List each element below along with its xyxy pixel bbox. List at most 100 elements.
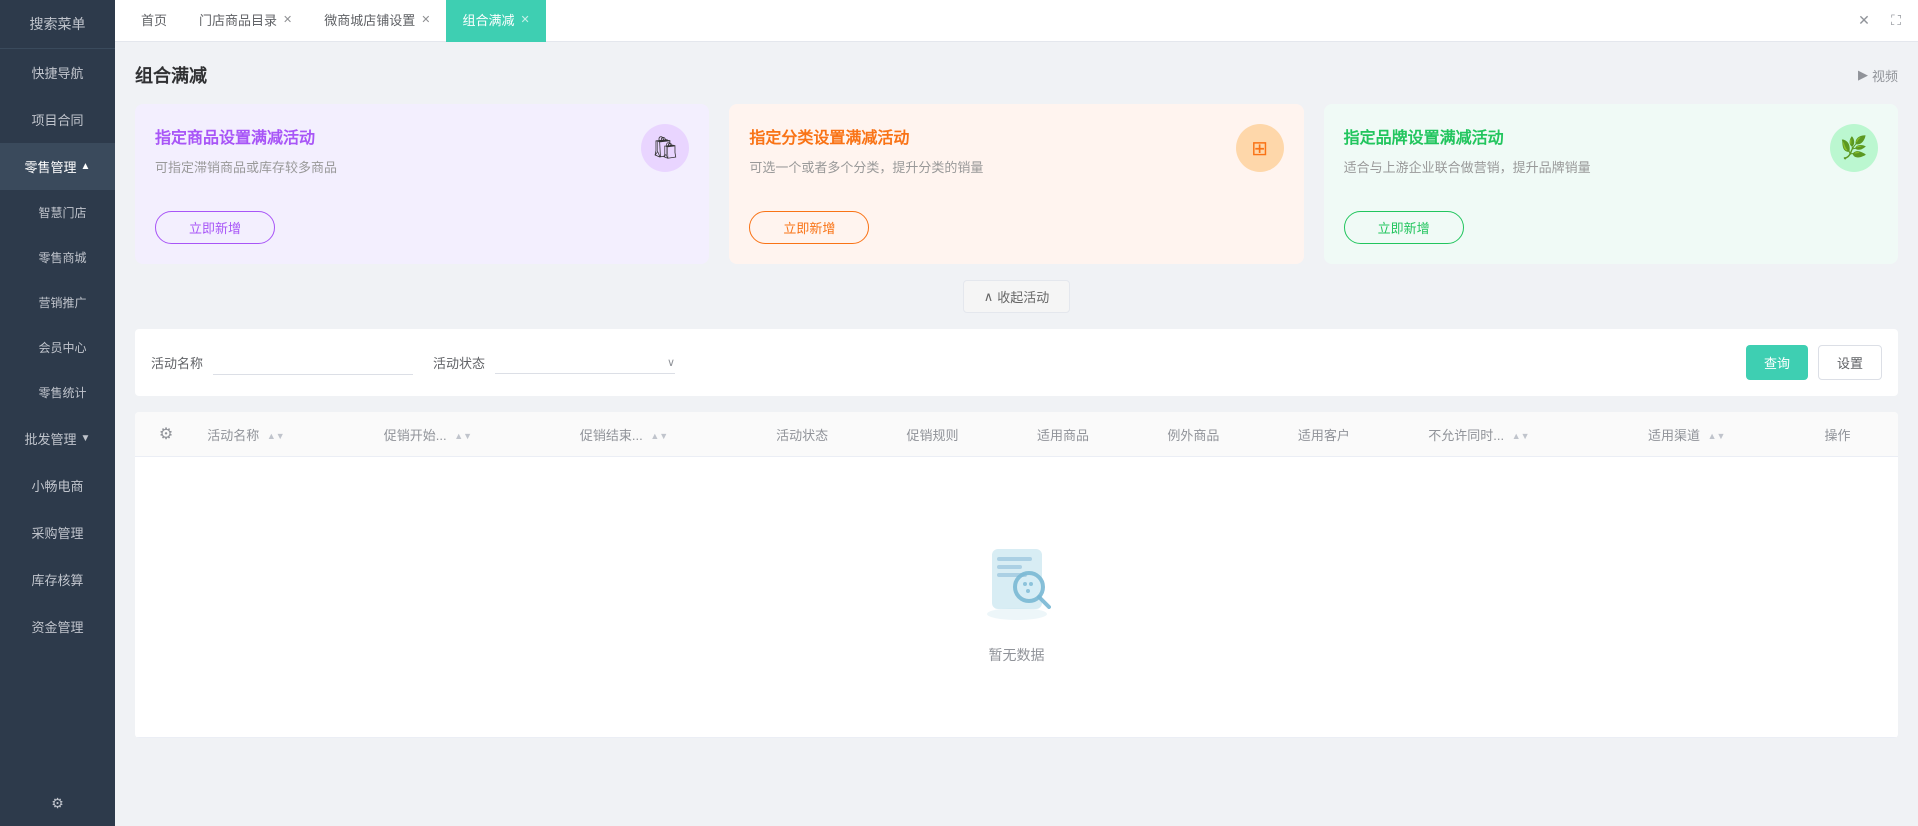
activity-status-field: 活动状态 ∨ [433, 352, 675, 374]
col-channel-sort[interactable]: ▲▼ [1708, 431, 1726, 441]
chevron-up-icon: ∧ [984, 289, 994, 305]
tab-combo-discount-label: 组合满减 [462, 10, 514, 29]
sidebar-item-quick-nav[interactable]: 快捷导航 [0, 49, 115, 96]
category-card-title: 指定分类设置满减活动 [749, 124, 1283, 148]
category-card-desc: 可选一个或者多个分类，提升分类的销量 [749, 158, 1283, 178]
col-no-same-time-label: 不允许同时... [1428, 428, 1504, 443]
sidebar: 搜索菜单 快捷导航 项目合同 零售管理 ▲ 智慧门店 零售商城 营销推广 会员中… [0, 0, 115, 826]
activity-table: ⚙ 活动名称 ▲▼ 促销开始... ▲▼ 促销结束... ▲▼ [135, 412, 1898, 738]
content-area: 组合满减 ▶ 视频 🛍 指定商品设置满减活动 可指定滞销商品或库存较多商品 立即… [115, 42, 1918, 826]
sidebar-item-smart-store[interactable]: 智慧门店 [0, 190, 115, 235]
product-card-title: 指定商品设置满减活动 [155, 124, 689, 148]
sidebar-item-member-center[interactable]: 会员中心 [0, 325, 115, 370]
brand-card-icon: 🌿 [1830, 124, 1878, 172]
category-card-icon: ⊞ [1236, 124, 1284, 172]
search-actions: 查询 设置 [1746, 345, 1882, 380]
col-channel: 适用渠道 ▲▼ [1638, 412, 1815, 457]
col-status: 活动状态 [766, 412, 896, 457]
play-icon: ▶ [1858, 67, 1868, 83]
query-btn[interactable]: 查询 [1746, 345, 1808, 380]
activity-card-product: 🛍 指定商品设置满减活动 可指定滞销商品或库存较多商品 立即新增 [135, 104, 709, 264]
tab-actions: ✕ ⛶ [1852, 9, 1908, 33]
page-header: 组合满减 ▶ 视频 [135, 62, 1898, 88]
col-no-same-time: 不允许同时... ▲▼ [1418, 412, 1638, 457]
chevron-down-icon: ▼ [81, 433, 91, 444]
activity-card-category: ⊞ 指定分类设置满减活动 可选一个或者多个分类，提升分类的销量 立即新增 [729, 104, 1303, 264]
tab-product-catalog-label: 门店商品目录 [199, 10, 277, 29]
sidebar-item-retail-mall[interactable]: 零售商城 [0, 235, 115, 280]
video-btn[interactable]: ▶ 视频 [1858, 66, 1898, 85]
table-settings-icon[interactable]: ⚙ [145, 424, 187, 444]
empty-state-cell: 暂无数据 [135, 457, 1898, 738]
sidebar-settings-btn[interactable]: ⚙ [0, 781, 115, 826]
product-card-desc: 可指定滞销商品或库存较多商品 [155, 158, 689, 178]
col-name-label: 活动名称 [207, 428, 259, 443]
empty-state-row: 暂无数据 [135, 457, 1898, 738]
col-customer: 适用客户 [1288, 412, 1418, 457]
col-start: 促销开始... ▲▼ [374, 412, 570, 457]
sidebar-item-xiaochangec[interactable]: 小畅电商 [0, 462, 115, 509]
col-no-same-time-sort[interactable]: ▲▼ [1512, 431, 1530, 441]
empty-text: 暂无数据 [989, 645, 1045, 665]
category-card-add-btn[interactable]: 立即新增 [749, 211, 869, 244]
brand-card-title: 指定品牌设置满减活动 [1344, 124, 1878, 148]
activity-status-select[interactable]: ∨ [495, 352, 675, 374]
activity-name-field: 活动名称 [151, 351, 413, 375]
col-end-sort[interactable]: ▲▼ [650, 431, 668, 441]
close-window-btn[interactable]: ✕ [1852, 9, 1876, 33]
col-start-sort[interactable]: ▲▼ [454, 431, 472, 441]
col-name-sort[interactable]: ▲▼ [267, 431, 285, 441]
page-title: 组合满减 [135, 62, 207, 88]
tab-wechat-store-label: 微商城店铺设置 [324, 10, 415, 29]
activity-name-input[interactable] [213, 351, 413, 375]
activity-status-label: 活动状态 [433, 353, 485, 372]
main-area: 首页 门店商品目录 ✕ 微商城店铺设置 ✕ 组合满减 ✕ ✕ ⛶ 组合满减 ▶ … [115, 0, 1918, 826]
col-settings: ⚙ [135, 412, 197, 457]
sidebar-item-inventory[interactable]: 库存核算 [0, 556, 115, 603]
sidebar-item-wholesale-mgmt[interactable]: 批发管理 ▼ [0, 415, 115, 462]
sidebar-search[interactable]: 搜索菜单 [0, 0, 115, 49]
video-btn-label: 视频 [1872, 66, 1898, 85]
table-container: ⚙ 活动名称 ▲▼ 促销开始... ▲▼ 促销结束... ▲▼ [135, 412, 1898, 738]
table-header-row: ⚙ 活动名称 ▲▼ 促销开始... ▲▼ 促销结束... ▲▼ [135, 412, 1898, 457]
col-name: 活动名称 ▲▼ [197, 412, 374, 457]
sidebar-item-retail-mgmt[interactable]: 零售管理 ▲ [0, 143, 115, 190]
sidebar-item-project-contract[interactable]: 项目合同 [0, 96, 115, 143]
sidebar-item-marketing[interactable]: 营销推广 [0, 280, 115, 325]
collapse-btn-label: 收起活动 [997, 287, 1049, 306]
product-card-add-btn[interactable]: 立即新增 [155, 211, 275, 244]
tab-wechat-store[interactable]: 微商城店铺设置 ✕ [308, 0, 446, 42]
tab-product-catalog[interactable]: 门店商品目录 ✕ [183, 0, 308, 42]
chevron-up-icon: ▲ [81, 161, 91, 172]
col-except: 例外商品 [1157, 412, 1287, 457]
sidebar-item-purchase-mgmt[interactable]: 采购管理 [0, 509, 115, 556]
empty-illustration [967, 529, 1067, 629]
activity-card-brand: 🌿 指定品牌设置满减活动 适合与上游企业联合做营销，提升品牌销量 立即新增 [1324, 104, 1898, 264]
product-card-icon: 🛍 [641, 124, 689, 172]
tab-wechat-store-close[interactable]: ✕ [421, 13, 430, 26]
collapse-activity-btn[interactable]: ∧ 收起活动 [963, 280, 1071, 313]
collapse-bar: ∧ 收起活动 [135, 280, 1898, 313]
activity-cards: 🛍 指定商品设置满减活动 可指定滞销商品或库存较多商品 立即新增 ⊞ 指定分类设… [135, 104, 1898, 264]
search-bar: 活动名称 活动状态 ∨ 查询 设置 [135, 329, 1898, 396]
tab-bar: 首页 门店商品目录 ✕ 微商城店铺设置 ✕ 组合满减 ✕ ✕ ⛶ [115, 0, 1918, 42]
col-rules: 促销规则 [897, 412, 1027, 457]
brand-card-desc: 适合与上游企业联合做营销，提升品牌销量 [1344, 158, 1878, 178]
empty-state: 暂无数据 [145, 469, 1888, 725]
tab-home[interactable]: 首页 [125, 0, 183, 42]
activity-name-label: 活动名称 [151, 353, 203, 372]
brand-card-add-btn[interactable]: 立即新增 [1344, 211, 1464, 244]
col-channel-label: 适用渠道 [1648, 428, 1700, 443]
col-start-label: 促销开始... [384, 428, 447, 443]
chevron-down-icon: ∨ [667, 356, 675, 369]
sidebar-item-finance[interactable]: 资金管理 [0, 603, 115, 650]
tab-combo-discount[interactable]: 组合满减 ✕ [446, 0, 545, 42]
tab-product-catalog-close[interactable]: ✕ [283, 13, 292, 26]
fullscreen-btn[interactable]: ⛶ [1884, 9, 1908, 33]
col-operation: 操作 [1815, 412, 1898, 457]
sidebar-item-retail-stats[interactable]: 零售统计 [0, 370, 115, 415]
tab-combo-discount-close[interactable]: ✕ [521, 13, 530, 26]
sidebar-item-wholesale-label: 批发管理 [25, 429, 77, 448]
gear-icon: ⚙ [51, 795, 64, 811]
settings-btn[interactable]: 设置 [1818, 345, 1882, 380]
